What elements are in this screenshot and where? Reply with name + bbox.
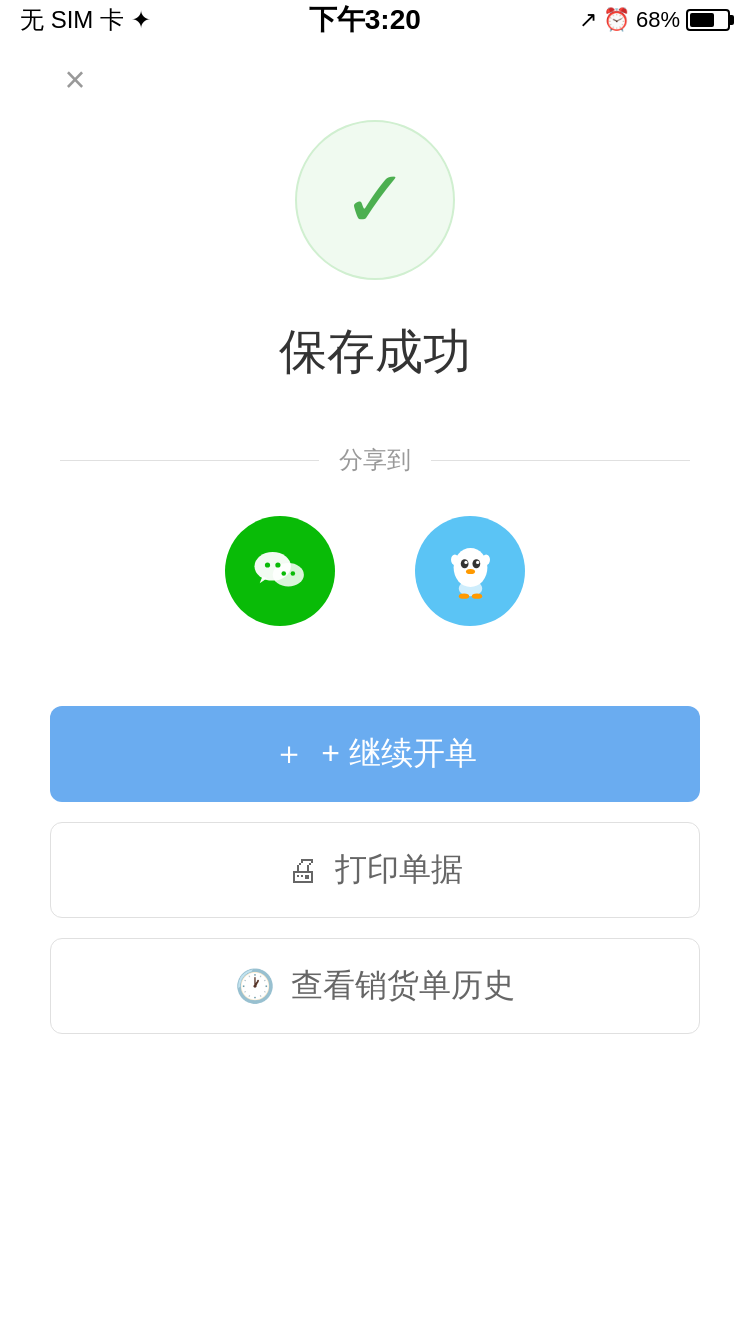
share-divider: 分享到: [0, 444, 750, 476]
status-right: ↗ ⏰ 68%: [579, 7, 730, 33]
share-label: 分享到: [319, 444, 431, 476]
status-left: 无 SIM 卡 ✦: [20, 4, 151, 36]
svg-point-4: [281, 571, 286, 576]
divider-line-left: [60, 460, 319, 461]
svg-point-12: [465, 568, 474, 573]
success-icon-circle: ✓: [295, 120, 455, 280]
close-button[interactable]: ×: [50, 55, 100, 105]
print-label: 打印单据: [335, 848, 463, 892]
svg-point-17: [471, 593, 481, 598]
svg-point-16: [458, 593, 468, 598]
divider-line-right: [431, 460, 690, 461]
close-icon: ×: [64, 62, 85, 98]
svg-point-13: [451, 554, 459, 564]
battery-icon: [686, 9, 730, 31]
qq-logo-svg: [438, 539, 503, 604]
svg-point-9: [472, 559, 480, 568]
printer-icon: 🖨: [287, 852, 319, 889]
history-button[interactable]: 🕐 查看销货单历史: [50, 938, 700, 1034]
svg-point-14: [482, 554, 490, 564]
history-icon: 🕐: [235, 967, 275, 1005]
success-title: 保存成功: [279, 320, 471, 384]
svg-point-2: [264, 562, 269, 567]
svg-point-3: [275, 562, 280, 567]
status-time: 下午3:20: [309, 1, 421, 39]
main-content: ✓ 保存成功 分享到: [0, 40, 750, 1034]
share-icons-row: [225, 516, 525, 626]
battery-percent: 68%: [636, 7, 680, 33]
print-button[interactable]: 🖨 打印单据: [50, 822, 700, 918]
alarm-icon: ⏰: [603, 7, 630, 33]
svg-point-8: [460, 559, 468, 568]
svg-point-11: [476, 560, 479, 563]
svg-point-5: [290, 571, 295, 576]
continue-button[interactable]: ＋ + 继续开单: [50, 706, 700, 802]
plus-icon: ＋: [273, 732, 305, 776]
continue-label: + 继续开单: [321, 732, 477, 776]
svg-point-10: [464, 560, 467, 563]
qq-share-button[interactable]: [415, 516, 525, 626]
wechat-logo-svg: [248, 539, 313, 604]
checkmark-icon: ✓: [342, 160, 409, 240]
status-bar: 无 SIM 卡 ✦ 下午3:20 ↗ ⏰ 68%: [0, 0, 750, 40]
history-label: 查看销货单历史: [291, 964, 515, 1008]
wechat-share-button[interactable]: [225, 516, 335, 626]
sim-text: 无 SIM 卡 ✦: [20, 4, 151, 36]
action-buttons: ＋ + 继续开单 🖨 打印单据 🕐 查看销货单历史: [0, 706, 750, 1034]
location-icon: ↗: [579, 7, 597, 33]
